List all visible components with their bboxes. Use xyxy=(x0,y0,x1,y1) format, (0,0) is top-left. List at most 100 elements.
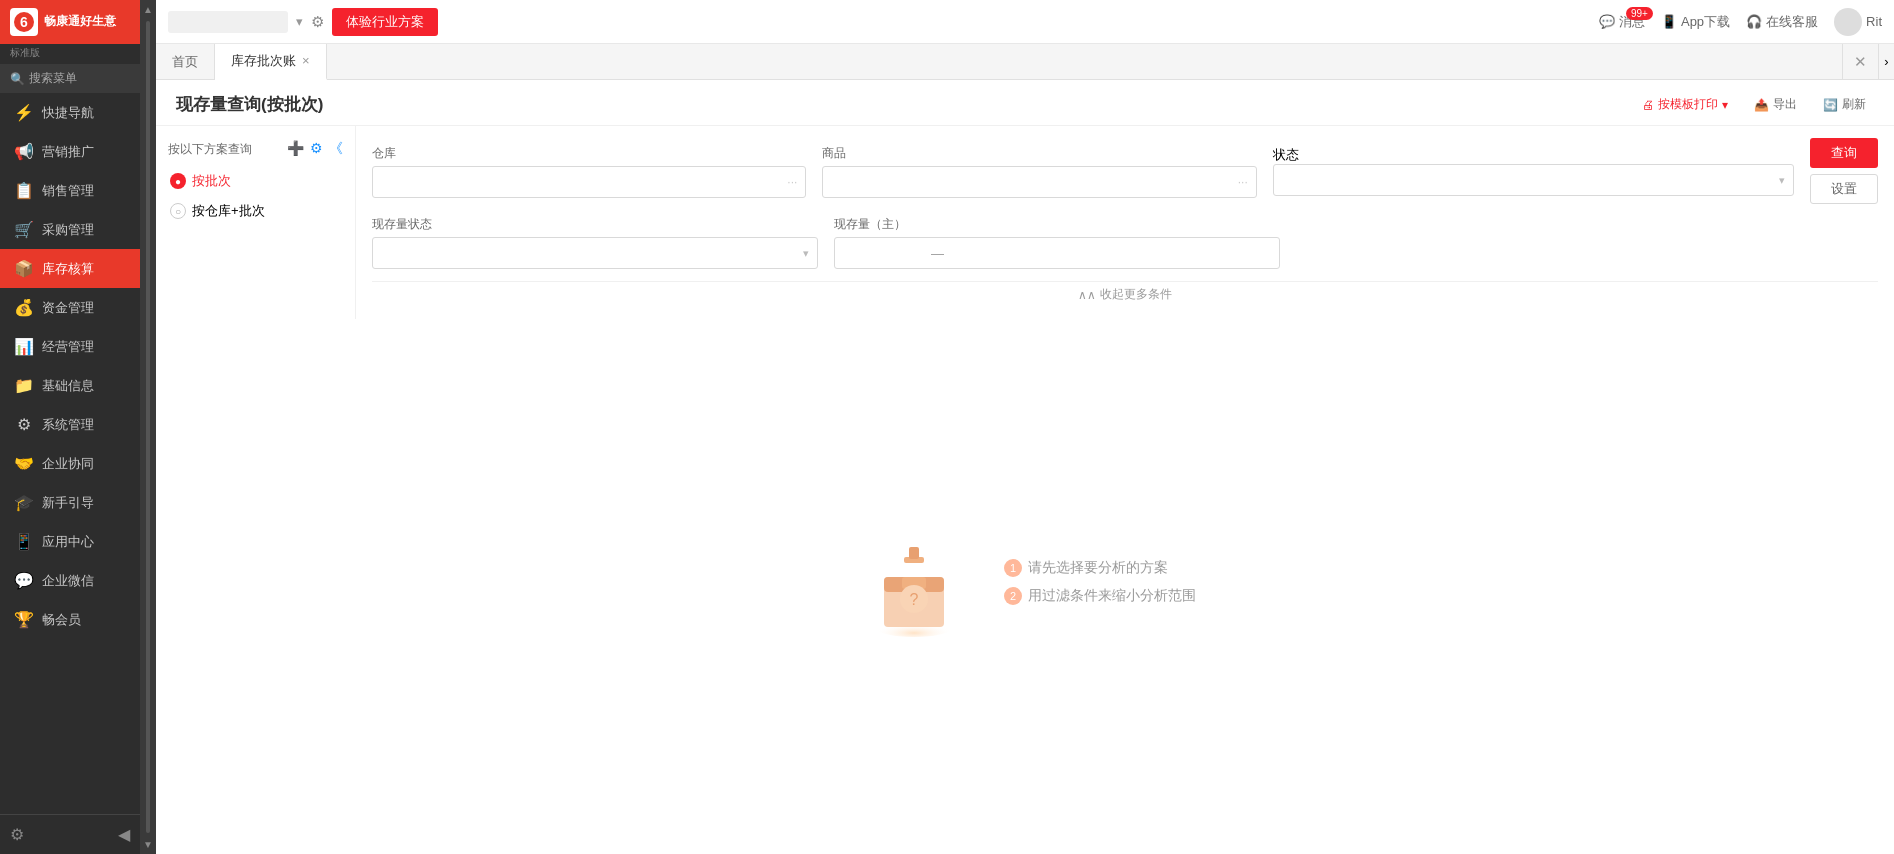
refresh-btn[interactable]: 🔄 刷新 xyxy=(1815,92,1874,117)
sidebar-item-members[interactable]: 🏆 畅会员 xyxy=(0,600,140,639)
tab-scroll-right[interactable]: › xyxy=(1878,44,1894,80)
status-label: 状态 xyxy=(1273,147,1299,162)
close-page-button[interactable]: ✕ xyxy=(1842,44,1878,80)
purchase-icon: 🛒 xyxy=(14,220,34,239)
messages-btn[interactable]: 💬 消息 99+ xyxy=(1599,13,1645,31)
operation-label: 经营管理 xyxy=(42,338,94,356)
dropdown-arrow-icon[interactable]: ▾ xyxy=(296,14,303,29)
inventory-label: 库存核算 xyxy=(42,260,94,278)
status-dropdown-icon[interactable]: ▾ xyxy=(1779,174,1785,187)
filter-sidebar-header: 按以下方案查询 ➕ ⚙ 《 xyxy=(156,136,355,166)
sidebar-item-basic-info[interactable]: 📁 基础信息 xyxy=(0,366,140,405)
enterprise-icon: 🤝 xyxy=(14,454,34,473)
tip-num-1: 1 xyxy=(1004,559,1022,577)
close-tab-button[interactable]: × xyxy=(302,53,310,68)
product-dots-icon[interactable]: ··· xyxy=(1238,175,1248,189)
svg-text:?: ? xyxy=(910,591,919,608)
enterprise-label: 企业协同 xyxy=(42,455,94,473)
warehouse-field: 仓库 ··· xyxy=(372,145,806,198)
qty-min-input[interactable] xyxy=(843,246,923,261)
search-menu-item[interactable]: 🔍 搜索菜单 xyxy=(0,64,140,93)
tab-inventory-batch[interactable]: 库存批次账 × xyxy=(215,44,327,80)
collapse-scheme-icon[interactable]: 《 xyxy=(329,140,343,158)
footer-settings-icon[interactable]: ⚙ xyxy=(10,825,24,844)
basic-info-icon: 📁 xyxy=(14,376,34,395)
tabbar: 首页 库存批次账 × ✕ › xyxy=(156,44,1894,80)
inventory-status-field: 现存量状态 ▾ xyxy=(372,216,818,269)
tab-home[interactable]: 首页 xyxy=(156,44,215,80)
sidebar-item-system[interactable]: ⚙ 系统管理 xyxy=(0,405,140,444)
footer-collapse-icon[interactable]: ◀ xyxy=(118,825,130,844)
inventory-status-dropdown-icon[interactable]: ▾ xyxy=(803,247,809,260)
content-area: 现存量查询(按批次) 🖨 按模板打印 ▾ 📤 导出 🔄 刷新 xyxy=(156,80,1894,854)
user-profile[interactable]: Rit xyxy=(1834,8,1882,36)
topbar-gear-icon[interactable]: ⚙ xyxy=(311,13,324,31)
scheme-batch-label: 按批次 xyxy=(192,172,231,190)
sidebar-item-quick-nav[interactable]: ⚡ 快捷导航 xyxy=(0,93,140,132)
query-button[interactable]: 查询 xyxy=(1810,138,1878,168)
product-input[interactable] xyxy=(831,174,1237,189)
scheme-item-warehouse-batch[interactable]: ○ 按仓库+批次 xyxy=(156,196,355,226)
quick-nav-label: 快捷导航 xyxy=(42,104,94,122)
add-scheme-icon[interactable]: ➕ xyxy=(287,140,304,158)
sidebar-item-sales[interactable]: 📋 销售管理 xyxy=(0,171,140,210)
breadcrumb-input[interactable] xyxy=(168,11,288,33)
filter-panel: 按以下方案查询 ➕ ⚙ 《 ● 按批次 ○ 按仓库+批次 xyxy=(156,126,1894,319)
status-select-wrap[interactable]: ▾ xyxy=(1273,164,1794,196)
print-dropdown-icon[interactable]: ▾ xyxy=(1722,98,1728,112)
sidebar-item-enterprise-wechat[interactable]: 💬 企业微信 xyxy=(0,561,140,600)
sidebar-item-enterprise[interactable]: 🤝 企业协同 xyxy=(0,444,140,483)
sidebar-scrollbar: ▲ ▼ xyxy=(140,0,156,854)
topbar-left: ▾ ⚙ 体验行业方案 xyxy=(168,8,1589,36)
system-icon: ⚙ xyxy=(14,415,34,434)
online-service-btn[interactable]: 🎧 在线客服 xyxy=(1746,13,1818,31)
search-icon: 🔍 xyxy=(10,72,25,86)
print-btn[interactable]: 🖨 按模板打印 ▾ xyxy=(1634,92,1736,117)
product-input-wrap[interactable]: ··· xyxy=(822,166,1256,198)
sales-label: 销售管理 xyxy=(42,182,94,200)
qty-field: 现存量（主） — xyxy=(834,216,1280,269)
scroll-down-arrow[interactable]: ▼ xyxy=(139,835,157,854)
app-logo: 6 xyxy=(10,8,38,36)
user-avatar xyxy=(1834,8,1862,36)
sidebar-item-guide[interactable]: 🎓 新手引导 xyxy=(0,483,140,522)
warehouse-input[interactable] xyxy=(381,174,787,189)
scheme-item-batch[interactable]: ● 按批次 xyxy=(156,166,355,196)
inventory-icon: 📦 xyxy=(14,259,34,278)
filter-sidebar-title: 按以下方案查询 xyxy=(168,141,252,158)
experience-btn[interactable]: 体验行业方案 xyxy=(332,8,438,36)
app-download-btn[interactable]: 📱 App下载 xyxy=(1661,13,1730,31)
sidebar-item-purchase[interactable]: 🛒 采购管理 xyxy=(0,210,140,249)
qty-max-input[interactable] xyxy=(952,246,1032,261)
scheme-dot-gray: ○ xyxy=(170,203,186,219)
inventory-status-select[interactable] xyxy=(381,246,803,261)
sidebar: 6 畅康通好生意 标准版 🔍 搜索菜单 ⚡ 快捷导航 📢 营销推广 📋 销售管理… xyxy=(0,0,140,854)
basic-info-label: 基础信息 xyxy=(42,377,94,395)
filter-actions: 查询 设置 xyxy=(1810,138,1878,204)
collapse-more-btn[interactable]: ∧∧ 收起更多条件 xyxy=(372,281,1878,307)
warehouse-input-wrap[interactable]: ··· xyxy=(372,166,806,198)
warehouse-dots-icon[interactable]: ··· xyxy=(787,175,797,189)
phone-icon: 📱 xyxy=(1661,14,1677,29)
inventory-status-select-wrap[interactable]: ▾ xyxy=(372,237,818,269)
filter-sidebar: 按以下方案查询 ➕ ⚙ 《 ● 按批次 ○ 按仓库+批次 xyxy=(156,126,356,319)
tip-num-2: 2 xyxy=(1004,587,1022,605)
sidebar-item-finance[interactable]: 💰 资金管理 xyxy=(0,288,140,327)
sidebar-item-marketing[interactable]: 📢 营销推广 xyxy=(0,132,140,171)
tab-inventory-batch-label: 库存批次账 xyxy=(231,52,296,70)
sidebar-item-operation[interactable]: 📊 经营管理 xyxy=(0,327,140,366)
scroll-up-arrow[interactable]: ▲ xyxy=(139,0,157,19)
topbar: ▾ ⚙ 体验行业方案 💬 消息 99+ 📱 App下载 🎧 在线客服 Rit xyxy=(156,0,1894,44)
refresh-label: 刷新 xyxy=(1842,96,1866,113)
tab-home-label: 首页 xyxy=(172,53,198,71)
filter-main: 仓库 ··· 商品 ··· 状态 xyxy=(356,126,1894,319)
empty-tip-1: 1 请先选择要分析的方案 xyxy=(1004,559,1196,577)
sidebar-item-app-center[interactable]: 📱 应用中心 xyxy=(0,522,140,561)
edit-scheme-icon[interactable]: ⚙ xyxy=(310,140,323,158)
sidebar-item-inventory[interactable]: 📦 库存核算 xyxy=(0,249,140,288)
topbar-right: 💬 消息 99+ 📱 App下载 🎧 在线客服 Rit xyxy=(1599,8,1882,36)
settings-button[interactable]: 设置 xyxy=(1810,174,1878,204)
marketing-label: 营销推广 xyxy=(42,143,94,161)
app-center-label: 应用中心 xyxy=(42,533,94,551)
export-btn[interactable]: 📤 导出 xyxy=(1746,92,1805,117)
